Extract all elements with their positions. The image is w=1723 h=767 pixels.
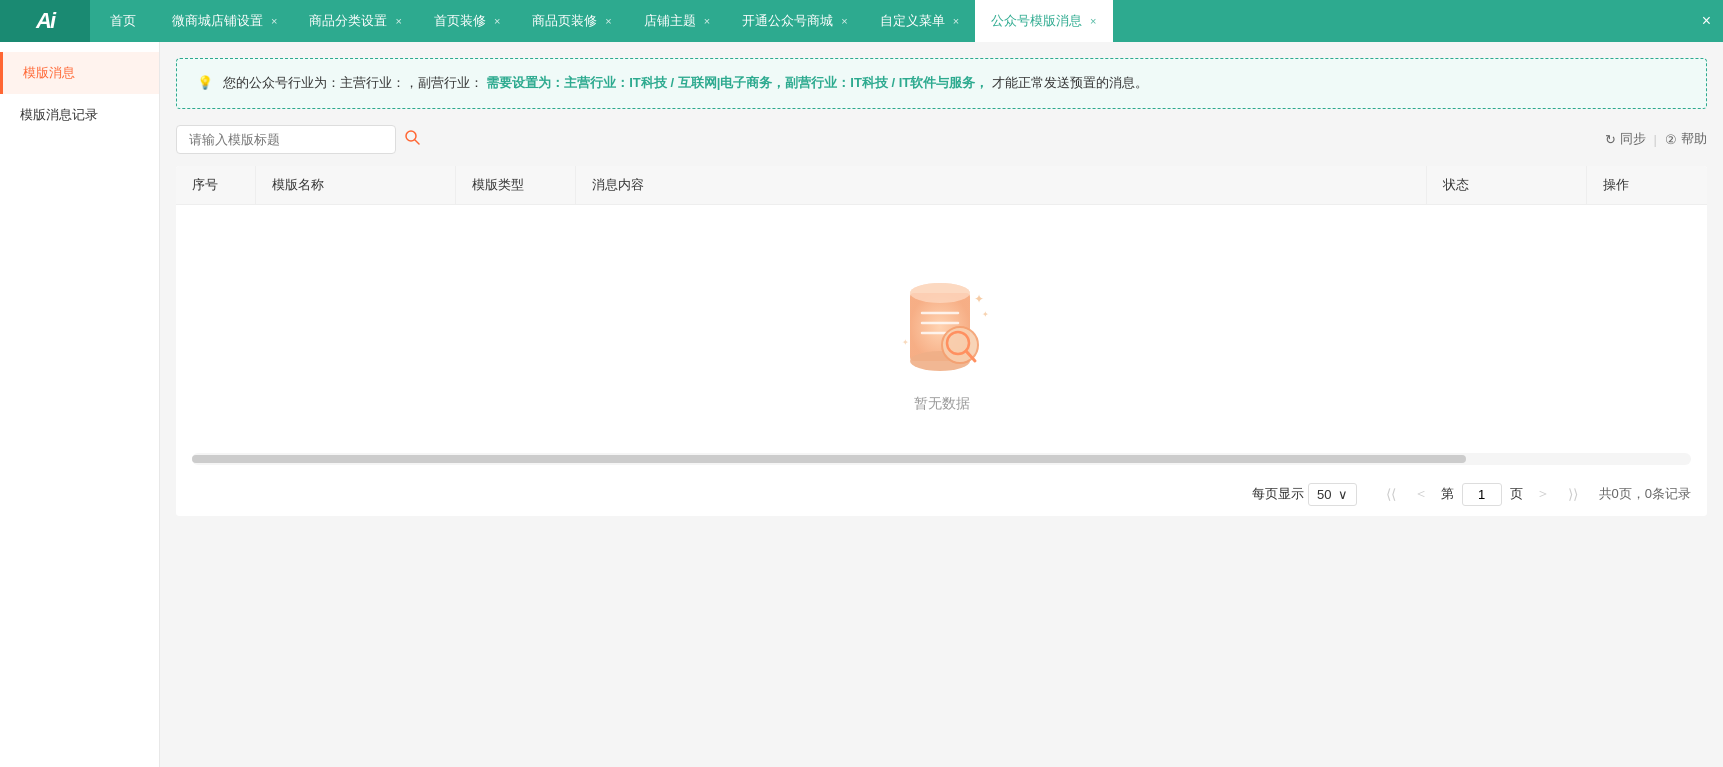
search-button[interactable] [404, 129, 420, 149]
info-text-highlight: 需要设置为：主营行业：IT科技 / 互联网|电子商务，副营行业：IT科技 / I… [486, 75, 988, 90]
first-page-button[interactable]: ⟨⟨ [1381, 484, 1401, 504]
search-right: ↻ 同步 | ② 帮助 [1605, 130, 1707, 148]
page-prefix: 第 [1441, 485, 1454, 503]
close-all-tabs-button[interactable]: × [1690, 12, 1723, 30]
tab-home-decor[interactable]: 首页装修 × [418, 0, 516, 42]
empty-illustration: ✦ ✦ ✦ [882, 265, 1002, 395]
prev-page-button[interactable]: ＜ [1409, 483, 1433, 505]
bulb-icon: 💡 [197, 75, 213, 90]
sidebar-item-template-msg[interactable]: 模版消息 [0, 52, 159, 94]
col-status: 状态 [1427, 166, 1587, 204]
divider: | [1654, 132, 1657, 147]
tab-close-icon[interactable]: × [841, 15, 847, 27]
tab-close-icon[interactable]: × [271, 15, 277, 27]
info-banner: 💡 您的公众号行业为：主营行业：，副营行业： 需要设置为：主营行业：IT科技 /… [176, 58, 1707, 109]
col-action: 操作 [1587, 166, 1707, 204]
main-layout: 模版消息 模版消息记录 💡 您的公众号行业为：主营行业：，副营行业： 需要设置为… [0, 42, 1723, 767]
top-nav: Ai 首页 微商城店铺设置 × 商品分类设置 × 首页装修 × 商品页装修 × … [0, 0, 1723, 42]
search-left [176, 125, 420, 154]
col-name: 模版名称 [256, 166, 456, 204]
logo: Ai [0, 0, 90, 42]
help-label: 帮助 [1681, 130, 1707, 148]
tab-open-mall[interactable]: 开通公众号商城 × [726, 0, 863, 42]
page-size-label: 每页显示 [1252, 485, 1304, 503]
info-text-prefix: 您的公众号行业为：主营行业：，副营行业： [223, 75, 483, 90]
tab-store-theme[interactable]: 店铺主题 × [628, 0, 726, 42]
svg-text:✦: ✦ [974, 292, 984, 306]
content-area: 💡 您的公众号行业为：主营行业：，副营行业： 需要设置为：主营行业：IT科技 /… [160, 42, 1723, 767]
sync-icon: ↻ [1605, 132, 1616, 147]
tab-store-settings[interactable]: 微商城店铺设置 × [156, 0, 293, 42]
page-size-selector: 每页显示 50 ∨ [1252, 483, 1356, 506]
sidebar: 模版消息 模版消息记录 [0, 42, 160, 767]
sidebar-item-template-msg-record[interactable]: 模版消息记录 [0, 94, 159, 136]
sync-button[interactable]: ↻ 同步 [1605, 130, 1646, 148]
table-container: 序号 模版名称 模版类型 消息内容 状态 操作 [176, 166, 1707, 516]
last-page-button[interactable]: ⟩⟩ [1563, 484, 1583, 504]
svg-point-5 [910, 283, 970, 303]
nav-tabs: 首页 微商城店铺设置 × 商品分类设置 × 首页装修 × 商品页装修 × 店铺主… [90, 0, 1690, 42]
table-header: 序号 模版名称 模版类型 消息内容 状态 操作 [176, 166, 1707, 205]
sync-label: 同步 [1620, 130, 1646, 148]
tab-product-decor[interactable]: 商品页装修 × [516, 0, 627, 42]
search-bar: ↻ 同步 | ② 帮助 [176, 125, 1707, 154]
tab-home[interactable]: 首页 [90, 0, 156, 42]
col-index: 序号 [176, 166, 256, 204]
page-size-value: 50 [1317, 487, 1331, 502]
next-page-button[interactable]: ＞ [1531, 483, 1555, 505]
empty-text: 暂无数据 [914, 395, 970, 413]
help-icon: ② [1665, 132, 1677, 147]
col-content: 消息内容 [576, 166, 1427, 204]
tab-category-settings[interactable]: 商品分类设置 × [293, 0, 417, 42]
svg-text:✦: ✦ [982, 310, 989, 319]
tab-close-icon[interactable]: × [494, 15, 500, 27]
tab-close-icon[interactable]: × [605, 15, 611, 27]
svg-line-1 [415, 140, 419, 144]
dropdown-icon: ∨ [1338, 487, 1348, 502]
current-page-input[interactable] [1462, 483, 1502, 506]
pagination: 每页显示 50 ∨ ⟨⟨ ＜ 第 页 ＞ ⟩⟩ 共0页，0条记录 [176, 473, 1707, 516]
tab-close-icon[interactable]: × [704, 15, 710, 27]
info-text-suffix: 才能正常发送预置的消息。 [992, 75, 1148, 90]
tab-close-icon[interactable]: × [1090, 15, 1096, 27]
empty-state: ✦ ✦ ✦ 暂无数据 [176, 205, 1707, 453]
tab-close-icon[interactable]: × [395, 15, 401, 27]
help-button[interactable]: ② 帮助 [1665, 130, 1707, 148]
tab-template-msg[interactable]: 公众号模版消息 × [975, 0, 1112, 42]
page-summary: 共0页，0条记录 [1599, 485, 1691, 503]
page-size-select-box[interactable]: 50 ∨ [1308, 483, 1356, 506]
search-icon [404, 129, 420, 145]
svg-text:✦: ✦ [902, 338, 909, 347]
col-type: 模版类型 [456, 166, 576, 204]
tab-close-icon[interactable]: × [953, 15, 959, 27]
page-suffix: 页 [1510, 485, 1523, 503]
tab-custom-menu[interactable]: 自定义菜单 × [864, 0, 975, 42]
horizontal-scrollbar[interactable] [192, 453, 1691, 465]
scrollbar-thumb [192, 455, 1466, 463]
search-input[interactable] [176, 125, 396, 154]
